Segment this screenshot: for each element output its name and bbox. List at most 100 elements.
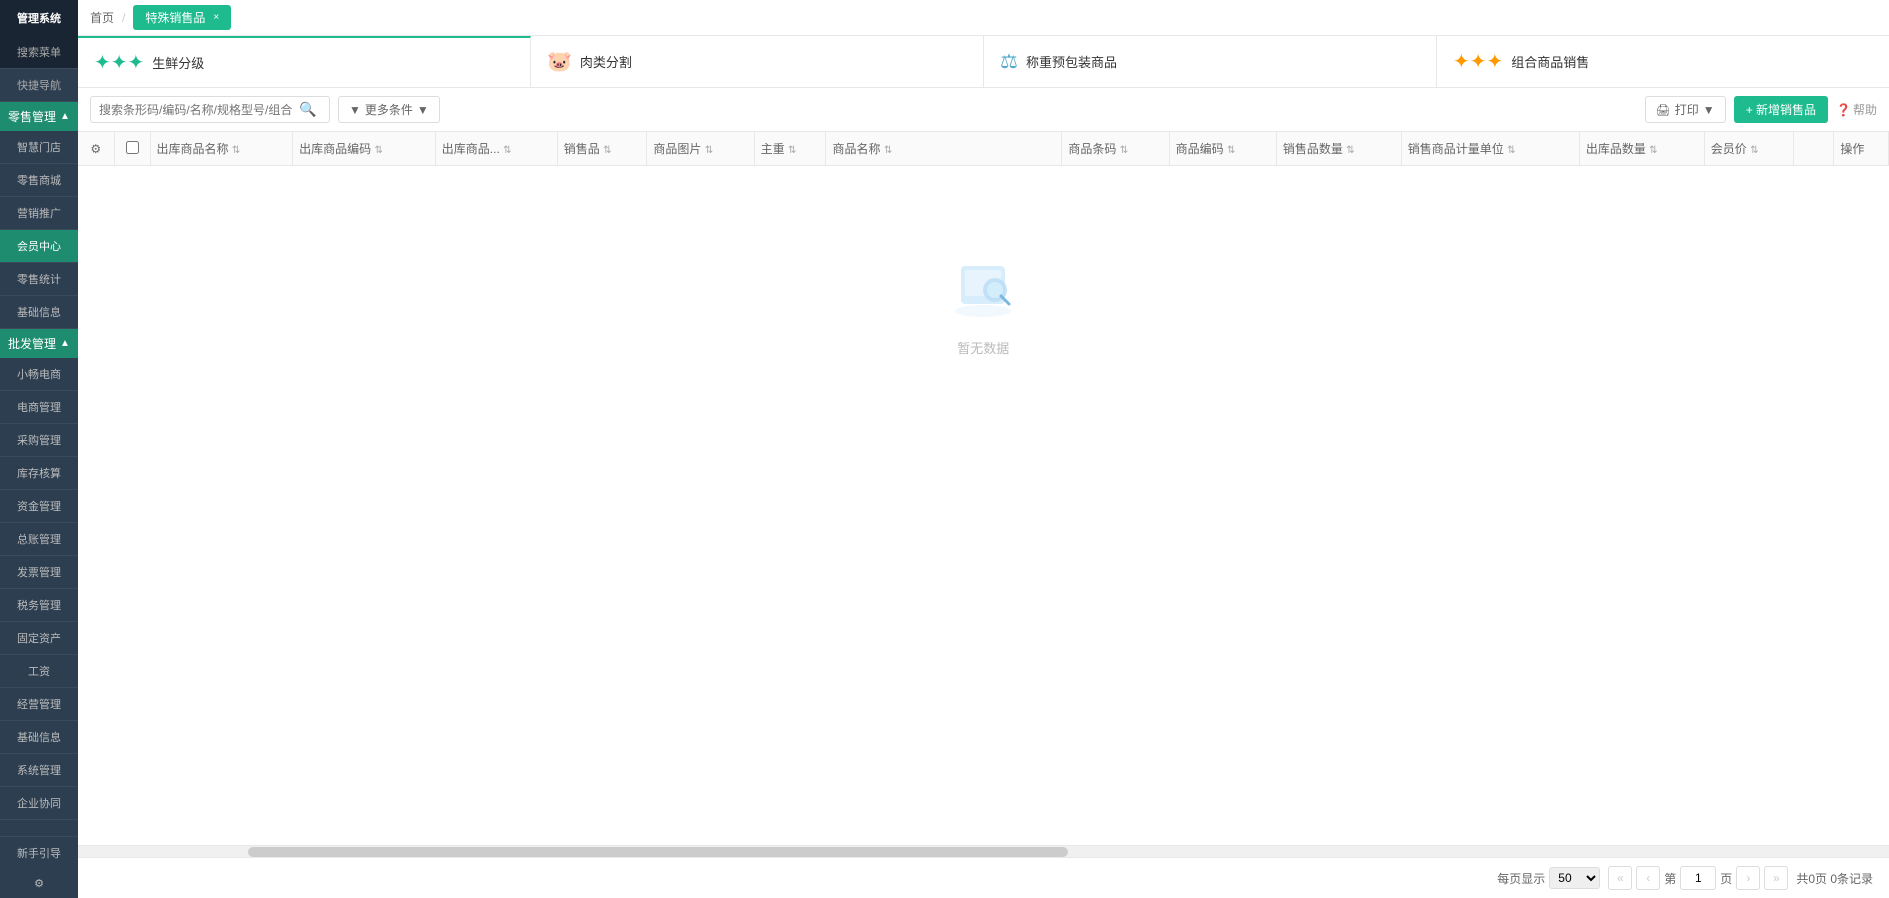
sort-icon-4[interactable]: ⇅ (603, 145, 611, 156)
sidebar-item-finance[interactable]: 资金管理 (0, 490, 78, 523)
page-input[interactable] (1680, 866, 1716, 890)
sidebar-item-invoice[interactable]: 发票管理 (0, 556, 78, 589)
add-sales-button[interactable]: + 新增销售品 (1734, 96, 1828, 123)
th-sale-item: 销售品 ⇅ (557, 132, 647, 166)
sidebar-item-mini-app[interactable]: 小畅电商 (0, 358, 78, 391)
print-button[interactable]: 🖨 打印 ▼ (1645, 96, 1726, 123)
chevron-up-icon-2: ▲ (60, 338, 70, 349)
sidebar-item-basic-info2[interactable]: 基础信息 (0, 721, 78, 754)
search-input[interactable] (99, 103, 299, 117)
th-member-price: 会员价 ⇅ (1704, 132, 1794, 166)
filter-button[interactable]: ▼ 更多条件 ▼ (338, 96, 440, 123)
tab-combo-label: 组合商品销售 (1511, 52, 1589, 71)
sidebar-item-newbie[interactable]: 新手引导 (0, 837, 78, 869)
tab-weigh-label: 称重预包装商品 (1026, 52, 1117, 71)
search-icon[interactable]: 🔍 (299, 101, 316, 118)
sidebar-item-ecommerce[interactable]: 电商管理 (0, 391, 78, 424)
sort-icon[interactable]: ⇅ (232, 145, 240, 156)
sidebar-item-promotion[interactable]: 营销推广 (0, 197, 78, 230)
th-out-code: 出库商品编码 ⇅ (293, 132, 436, 166)
sidebar-item-business[interactable]: 经营管理 (0, 688, 78, 721)
empty-state-row: 暂无数据 (78, 166, 1889, 438)
sidebar-item-settings[interactable]: ⚙ (0, 869, 78, 898)
table-container: ⚙ 出库商品名称 ⇅ 出库商品编码 ⇅ 出库商品... ⇅ 销售品 ⇅ 商品图片… (78, 132, 1889, 845)
sidebar: 管理系统 搜索菜单 快捷导航 零售管理 ▲ 智慧门店 零售商城 营销推广 会员中… (0, 0, 78, 898)
meat-icon: 🐷 (547, 49, 572, 74)
first-page-button[interactable]: « (1608, 866, 1632, 890)
sidebar-item-fixed-assets[interactable]: 固定资产 (0, 622, 78, 655)
data-table: ⚙ 出库商品名称 ⇅ 出库商品编码 ⇅ 出库商品... ⇅ 销售品 ⇅ 商品图片… (78, 132, 1889, 437)
sidebar-section-retail[interactable]: 零售管理 ▲ (0, 102, 78, 131)
toolbar: 🔍 ▼ 更多条件 ▼ 🖨 打印 ▼ + 新增销售品 ❓ 帮助 (78, 88, 1889, 132)
last-page-button[interactable]: » (1764, 866, 1788, 890)
sort-icon-7[interactable]: ⇅ (884, 145, 892, 156)
sidebar-item-inventory[interactable]: 库存核算 (0, 457, 78, 490)
th-product-name: 商品名称 ⇅ (826, 132, 1062, 166)
scrollbar-thumb[interactable] (248, 847, 1068, 857)
empty-text: 暂无数据 (957, 338, 1009, 357)
search-box: 🔍 (90, 96, 330, 123)
print-icon: 🖨 (1656, 103, 1671, 117)
filter-icon: ▼ (349, 103, 361, 117)
add-label: + 新增销售品 (1746, 101, 1816, 118)
table-header-row: ⚙ 出库商品名称 ⇅ 出库商品编码 ⇅ 出库商品... ⇅ 销售品 ⇅ 商品图片… (78, 132, 1889, 166)
topbar-separator: / (122, 11, 125, 25)
th-out-name: 出库商品名称 ⇅ (150, 132, 293, 166)
sidebar-item-quick-nav[interactable]: 快捷导航 (0, 69, 78, 102)
page-size-select: 每页显示 10 20 50 100 (1497, 867, 1600, 889)
tab-weigh[interactable]: ⚖ 称重预包装商品 (984, 36, 1437, 87)
sidebar-item-tax[interactable]: 税务管理 (0, 589, 78, 622)
topbar: 首页 / 特殊销售品 × (78, 0, 1889, 36)
th-out-qty: 出库品数量 ⇅ (1579, 132, 1704, 166)
sidebar-item-general-ledger[interactable]: 总账管理 (0, 523, 78, 556)
sidebar-item-member[interactable]: 会员中心 (0, 230, 78, 263)
sidebar-item-purchase[interactable]: 采购管理 (0, 424, 78, 457)
topbar-tab-special-sales[interactable]: 特殊销售品 × (133, 5, 231, 30)
tab-combo[interactable]: ✦✦✦ 组合商品销售 (1437, 36, 1889, 87)
th-out-spec: 出库商品... ⇅ (435, 132, 557, 166)
sidebar-bottom: 新手引导 ⚙ (0, 836, 78, 898)
tab-meat[interactable]: 🐷 肉类分割 (531, 36, 984, 87)
prev-page-button[interactable]: ‹ (1636, 866, 1660, 890)
tab-fresh[interactable]: ✦✦✦ 生鲜分级 (78, 36, 531, 87)
sort-icon-6[interactable]: ⇅ (788, 145, 796, 156)
sidebar-section-wholesale[interactable]: 批发管理 ▲ (0, 329, 78, 358)
sidebar-item-search[interactable]: 搜索菜单 (0, 36, 78, 69)
horizontal-scrollbar[interactable] (78, 845, 1889, 857)
sort-icon-2[interactable]: ⇅ (375, 145, 383, 156)
sidebar-item-retail-mall[interactable]: 零售商城 (0, 164, 78, 197)
sidebar-item-system[interactable]: 系统管理 (0, 754, 78, 787)
per-page-dropdown[interactable]: 10 20 50 100 (1549, 867, 1600, 889)
filter-label: 更多条件 (365, 101, 413, 118)
main-content: 首页 / 特殊销售品 × ✦✦✦ 生鲜分级 🐷 肉类分割 ⚖ 称重预包装商品 ✦… (78, 0, 1889, 898)
th-checkbox[interactable] (114, 132, 150, 166)
sort-icon-13[interactable]: ⇅ (1750, 145, 1758, 156)
sort-icon-8[interactable]: ⇅ (1120, 145, 1128, 156)
sort-icon-11[interactable]: ⇅ (1507, 145, 1515, 156)
sort-icon-10[interactable]: ⇅ (1346, 145, 1354, 156)
topbar-tab-close[interactable]: × (213, 12, 219, 23)
content: ✦✦✦ 生鲜分级 🐷 肉类分割 ⚖ 称重预包装商品 ✦✦✦ 组合商品销售 🔍 (78, 36, 1889, 898)
sidebar-item-company[interactable]: 企业协同 (0, 787, 78, 820)
select-all-checkbox[interactable] (126, 141, 139, 154)
th-barcode: 商品条码 ⇅ (1062, 132, 1169, 166)
sidebar-section-wholesale-label: 批发管理 (8, 335, 56, 352)
sidebar-item-base-info[interactable]: 基础信息 (0, 296, 78, 329)
filter-arrow: ▼ (417, 103, 429, 117)
sidebar-item-smart-store[interactable]: 智慧门店 (0, 131, 78, 164)
sidebar-item-retail-stats[interactable]: 零售统计 (0, 263, 78, 296)
help-button[interactable]: ❓ 帮助 (1836, 101, 1877, 118)
sort-icon-9[interactable]: ⇅ (1227, 145, 1235, 156)
th-weight: 主重 ⇅ (754, 132, 826, 166)
topbar-home[interactable]: 首页 (90, 9, 114, 26)
tab-meat-label: 肉类分割 (580, 52, 632, 71)
sort-icon-5[interactable]: ⇅ (705, 145, 713, 156)
sort-icon-3[interactable]: ⇅ (503, 145, 511, 156)
sort-icon-12[interactable]: ⇅ (1649, 145, 1657, 156)
th-operation: 操作 (1834, 132, 1889, 166)
help-icon: ❓ (1836, 103, 1851, 117)
sidebar-item-salary[interactable]: 工资 (0, 655, 78, 688)
next-page-button[interactable]: › (1736, 866, 1760, 890)
th-settings[interactable]: ⚙ (78, 132, 114, 166)
topbar-tab-label: 特殊销售品 (145, 9, 205, 26)
